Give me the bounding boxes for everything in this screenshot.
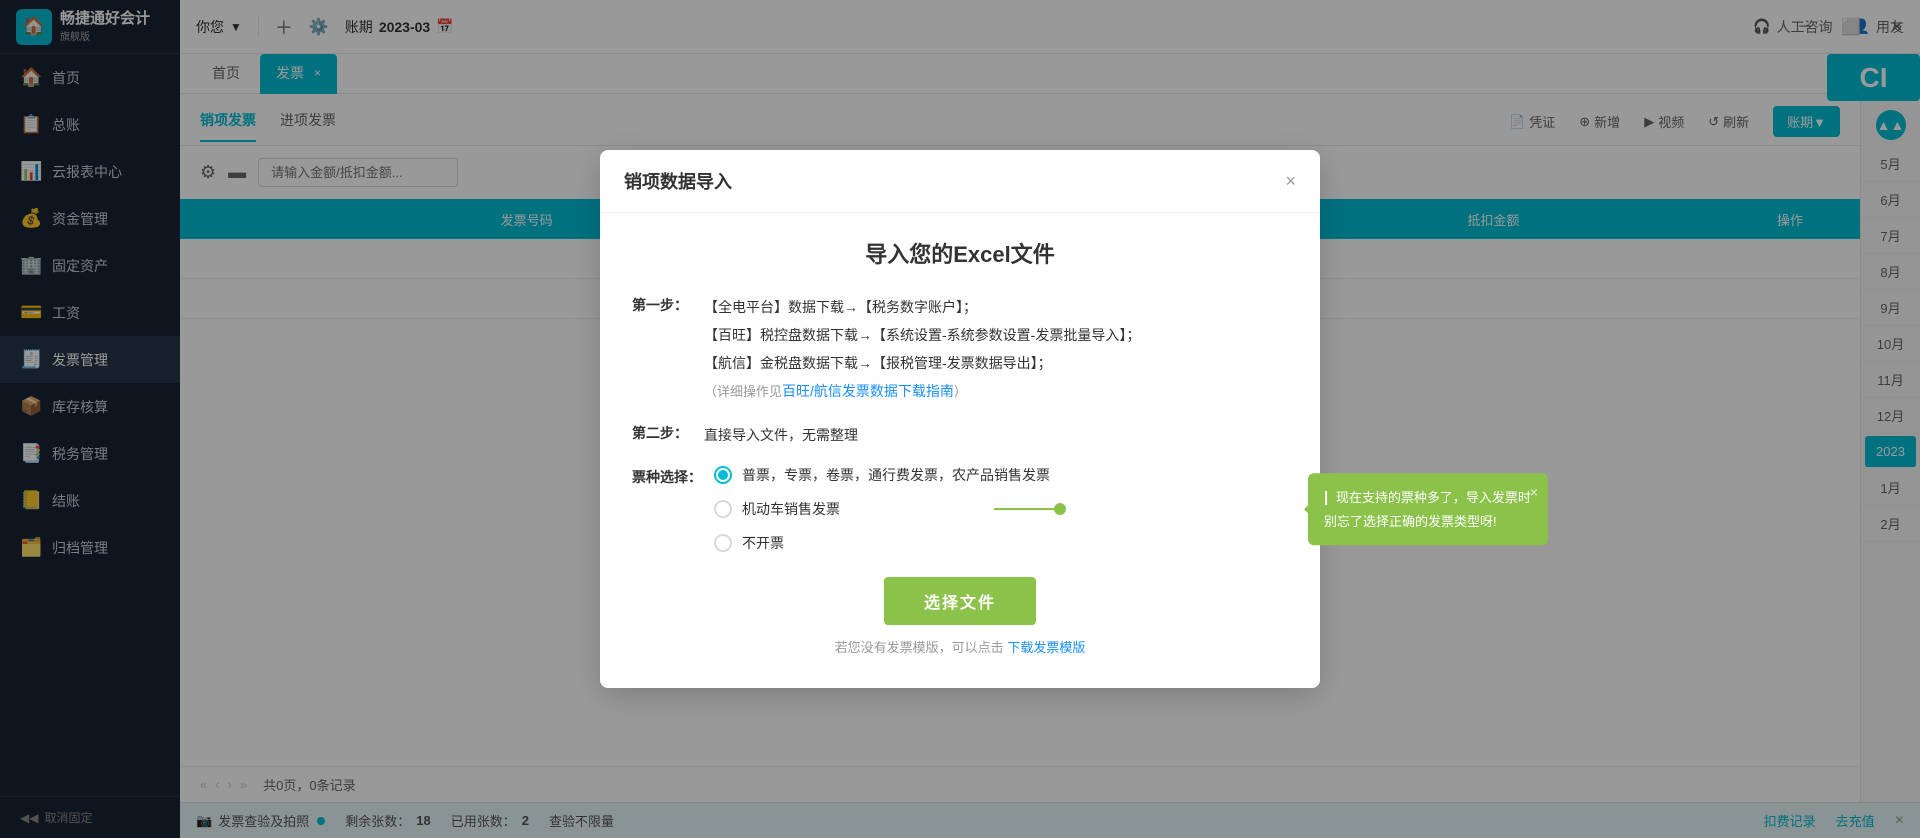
step1-row: 第一步： 【全电平台】数据下载→【税务数字账户】； 【百旺】税控盘数据下载→【系…: [632, 293, 1288, 405]
radio-normal-circle: [714, 466, 732, 484]
radio-group: 普票，专票，卷票，通行费发票，农产品销售发票 机动车销售发票 不开票: [714, 465, 1050, 553]
modal-main-title: 导入您的Excel文件: [632, 237, 1288, 269]
step1-label: 第一步：: [632, 295, 692, 405]
radio-notissue[interactable]: 不开票: [714, 533, 1050, 553]
radio-normal-label: 普票，专票，卷票，通行费发票，农产品销售发票: [742, 465, 1050, 485]
modal-title: 销项数据导入: [624, 168, 732, 194]
tooltip-close-btn[interactable]: ×: [1530, 481, 1538, 505]
footer-link[interactable]: 下载发票模版: [1007, 640, 1085, 655]
import-modal: 销项数据导入 × 导入您的Excel文件 第一步： 【全电平台】数据下载→【税务…: [600, 150, 1320, 688]
tooltip-connector: [994, 503, 1066, 515]
modal-header: 销项数据导入 ×: [600, 150, 1320, 213]
radio-motor-circle: [714, 500, 732, 518]
step1-line3: 【航信】金税盘数据下载→【报税管理-发票数据导出】；: [704, 355, 1052, 371]
step1-detail-link[interactable]: 百旺/航信发票数据下载指南: [782, 383, 954, 399]
radio-normal[interactable]: 普票，专票，卷票，通行费发票，农产品销售发票: [714, 465, 1050, 485]
step1-content: 【全电平台】数据下载→【税务数字账户】； 【百旺】税控盘数据下载→【系统设置-系…: [704, 293, 1288, 405]
step1-detail-post: ）: [954, 384, 967, 399]
radio-notissue-circle: [714, 534, 732, 552]
footer-pre: 若您没有发票模版，可以点击: [835, 640, 1004, 655]
modal-body: 导入您的Excel文件 第一步： 【全电平台】数据下载→【税务数字账户】； 【百…: [600, 213, 1320, 688]
radio-notissue-label: 不开票: [742, 533, 784, 553]
step1-line1: 【全电平台】数据下载→【税务数字账户】；: [704, 299, 977, 315]
step2-label: 第二步：: [632, 423, 692, 449]
step1-line2: 【百旺】税控盘数据下载→【系统设置-系统参数设置-发票批量导入】；: [704, 327, 1140, 343]
step2-row: 第二步： 直接导入文件，无需整理: [632, 421, 1288, 449]
step1-detail-pre: （详细操作见: [704, 384, 782, 399]
modal-overlay: 销项数据导入 × 导入您的Excel文件 第一步： 【全电平台】数据下载→【税务…: [0, 0, 1920, 838]
radio-motor[interactable]: 机动车销售发票: [714, 499, 1050, 519]
ticket-label: 票种选择：: [632, 467, 702, 487]
modal-close-btn[interactable]: ×: [1285, 172, 1296, 190]
tooltip-bubble: × | 现在支持的票种多了，导入发票时别忘了选择正确的发票类型呀!: [1308, 473, 1548, 545]
step2-content: 直接导入文件，无需整理: [704, 421, 1288, 449]
modal-footer: 若您没有发票模版，可以点击 下载发票模版: [632, 637, 1288, 672]
select-file-btn[interactable]: 选择文件: [884, 577, 1036, 625]
tooltip-text: 现在支持的票种多了，导入发票时别忘了选择正确的发票类型呀!: [1324, 490, 1531, 529]
radio-motor-label: 机动车销售发票: [742, 499, 840, 519]
ticket-row: 票种选择： 普票，专票，卷票，通行费发票，农产品销售发票 机动车销售发票: [632, 465, 1288, 553]
